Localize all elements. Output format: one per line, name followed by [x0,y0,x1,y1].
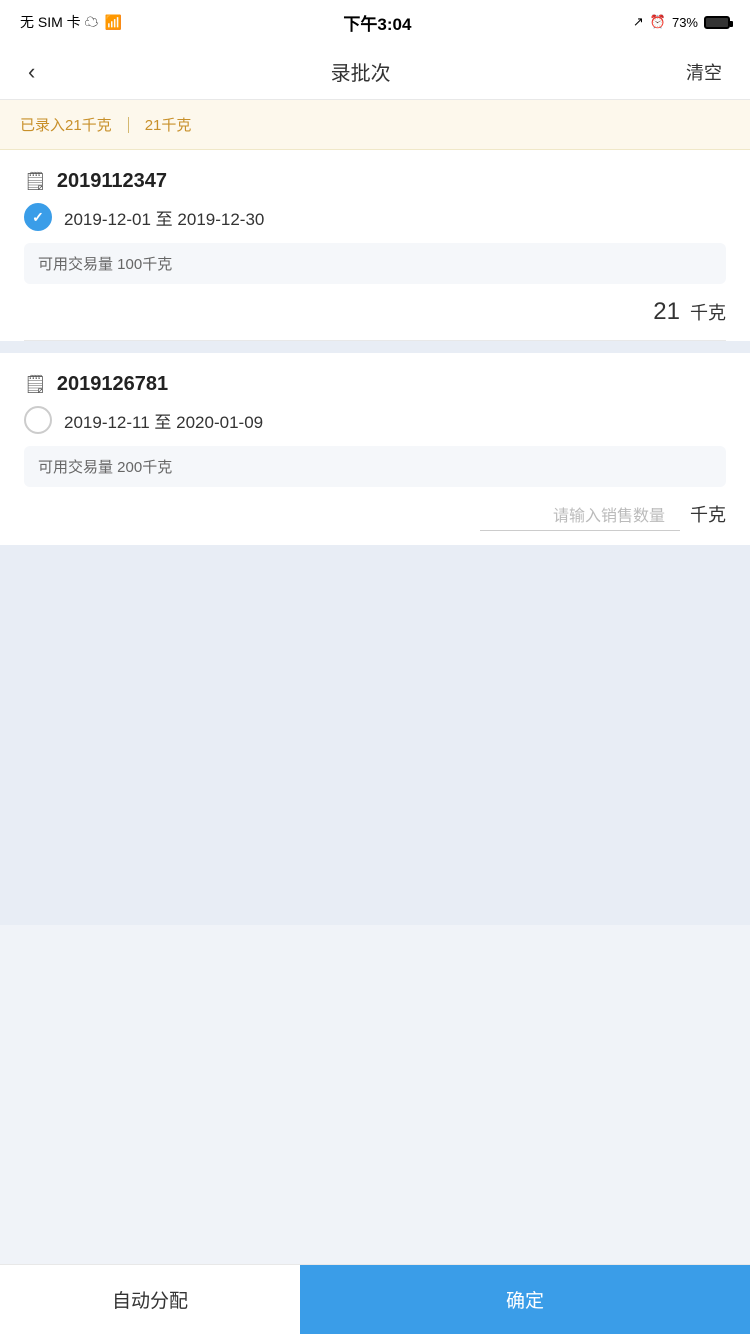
confirm-button[interactable]: 确定 [300,1265,750,1334]
back-button[interactable]: ‹ [20,51,43,93]
batch-input-row-2: 千克 [24,487,726,545]
auto-distribute-button[interactable]: 自动分配 [0,1265,300,1334]
batch-date-row-2: 2019-12-11 至 2020-01-09 [24,406,726,434]
status-left: 无 SIM 卡 ☁ 📶 [20,12,122,32]
info-divider [128,117,129,133]
batch-amount-1: 21 [653,298,680,326]
radio-unchecked-2[interactable] [24,406,52,434]
batch-id-2: 2019126781 [57,373,168,396]
batch-id-1: 2019112347 [57,170,167,193]
recorded-value: 21千克 [145,114,192,135]
battery-percent: 73% [672,15,698,30]
battery-icon [704,16,730,29]
batch-card-2: 🗒 2019126781 2019-12-11 至 2020-01-09 可用交… [0,353,750,545]
doc-icon-1: 🗒 [24,171,47,192]
sim-label: 无 SIM 卡 ☁ [20,12,99,32]
batch-date-1: 2019-12-01 至 2019-12-30 [64,205,264,230]
status-bar: 无 SIM 卡 ☁ 📶 下午3:04 ↗ ⏰ 73% [0,0,750,44]
status-time: 下午3:04 [343,10,411,35]
batch-date-2: 2019-12-11 至 2020-01-09 [64,408,263,433]
batch-amount-row-1: 21 千克 [24,284,726,341]
batch-available-1: 可用交易量 100千克 [24,243,726,284]
section-separator [0,341,750,353]
recorded-label: 已录入21千克 [20,114,112,135]
batch-unit-1: 千克 [690,299,726,325]
batch-header-2: 🗒 2019126781 [24,373,726,396]
batch-header-1: 🗒 2019112347 [24,170,726,193]
check-icon-1: ✓ [32,209,44,226]
status-right: ↗ ⏰ 73% [633,14,730,30]
doc-icon-2: 🗒 [24,374,47,395]
bottom-bar: 自动分配 确定 [0,1264,750,1334]
wifi-icon: 📶 [105,14,122,31]
radio-checked-1[interactable]: ✓ [24,203,52,231]
batch-available-2: 可用交易量 200千克 [24,446,726,487]
page-title: 录批次 [331,57,391,86]
clear-button[interactable]: 清空 [678,51,730,93]
nav-bar: ‹ 录批次 清空 [0,44,750,100]
alarm-icon: ⏰ [650,14,666,30]
batch-date-row-1: ✓ 2019-12-01 至 2019-12-30 [24,203,726,231]
batch-card-1: 🗒 2019112347 ✓ 2019-12-01 至 2019-12-30 可… [0,150,750,341]
batch-unit-2: 千克 [690,501,726,527]
empty-content-area [0,545,750,925]
quantity-input-2[interactable] [480,505,680,531]
info-banner: 已录入21千克 21千克 [0,100,750,150]
location-icon: ↗ [633,14,644,30]
